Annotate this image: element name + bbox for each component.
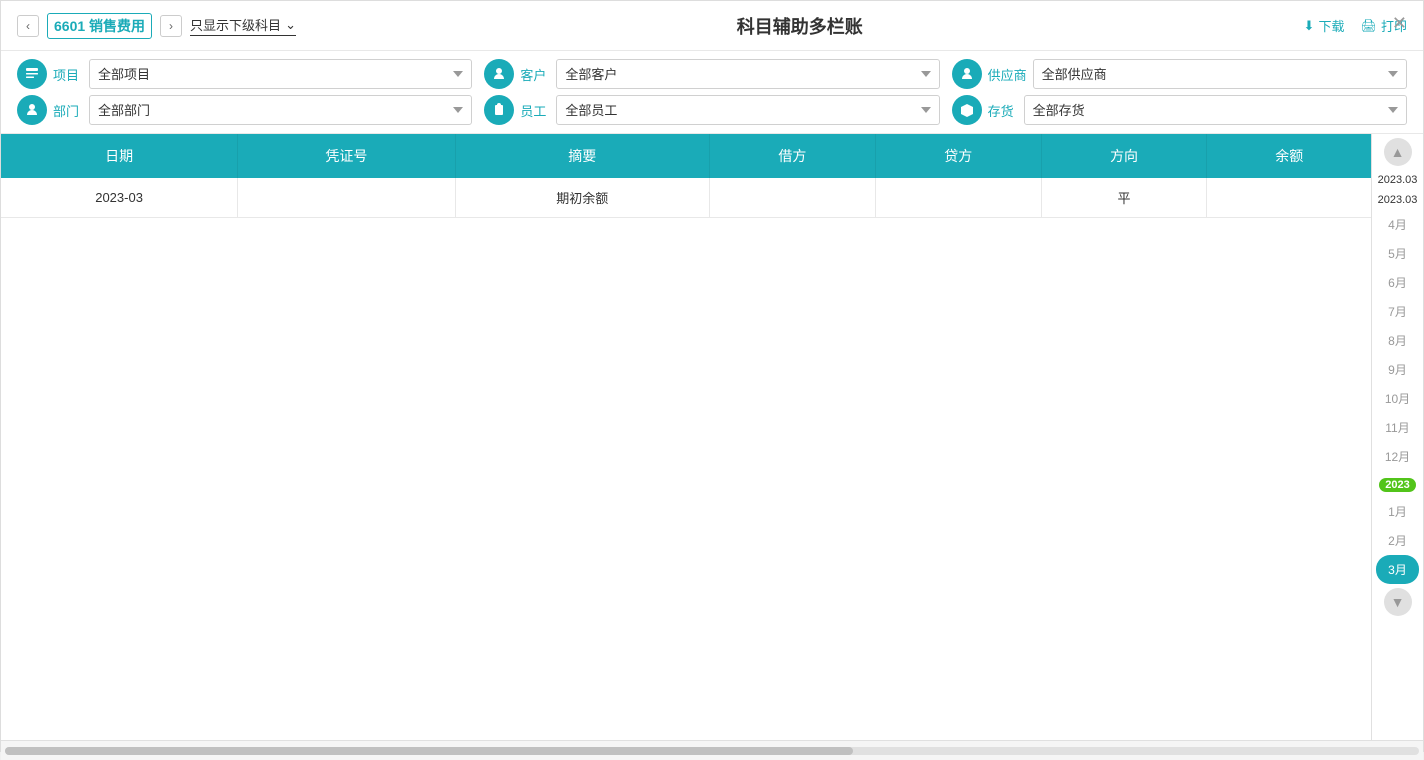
table-header-row: 日期 凭证号 摘要 借方 贷方 方向 余额 <box>1 134 1371 178</box>
col-summary: 摘要 <box>455 134 709 178</box>
timeline-item-5m[interactable]: 5月 <box>1372 239 1423 268</box>
download-icon: ⬇ <box>1304 18 1315 34</box>
show-sub-toggle[interactable]: 只显示下级科目 ⌄ <box>190 15 296 36</box>
account-label: 销售费用 <box>89 18 145 34</box>
stock-icon <box>952 95 982 125</box>
prev-account-btn[interactable]: ‹ <box>17 15 39 37</box>
timeline-item-3m-active[interactable]: 3月 <box>1376 555 1419 584</box>
stock-select[interactable]: 全部存货 <box>1024 95 1407 125</box>
timeline-up-btn[interactable]: ▲ <box>1384 138 1412 166</box>
ledger-table: 日期 凭证号 摘要 借方 贷方 方向 余额 2023-03 期初余额 平 <box>1 134 1371 218</box>
table-body: 2023-03 期初余额 平 <box>1 178 1371 218</box>
timeline-item-8m[interactable]: 8月 <box>1372 326 1423 355</box>
download-label: 下载 <box>1318 16 1344 35</box>
timeline-item-11m[interactable]: 11月 <box>1372 413 1423 442</box>
col-credit: 贷方 <box>875 134 1041 178</box>
project-icon <box>17 59 47 89</box>
filter-stock: 存货 全部存货 <box>952 95 1407 125</box>
scroll-track <box>5 747 1419 755</box>
cell-summary: 期初余额 <box>455 178 709 218</box>
filter-customer: 客户 全部客户 <box>484 59 939 89</box>
col-balance: 余额 <box>1207 134 1371 178</box>
close-btn[interactable]: ✕ <box>1392 13 1407 34</box>
filter-area: 项目 全部项目 客户 全部客户 供应商 全部供 <box>1 51 1423 134</box>
scroll-bar[interactable] <box>1 740 1423 760</box>
col-voucher: 凭证号 <box>238 134 455 178</box>
supplier-select[interactable]: 全部供应商 <box>1033 59 1407 89</box>
account-name: 6601 销售费用 <box>47 13 152 39</box>
timeline-year-badge[interactable]: 2023 <box>1372 471 1423 497</box>
timeline-item-9m[interactable]: 9月 <box>1372 355 1423 384</box>
timeline-item-0[interactable]: 2023.03 <box>1372 170 1423 190</box>
col-direction: 方向 <box>1041 134 1207 178</box>
side-timeline: ▲ 2023.03 2023.03 4月 5月 6月 7月 8月 9月 10月 … <box>1371 134 1423 740</box>
timeline-item-10m[interactable]: 10月 <box>1372 384 1423 413</box>
timeline-item-4m[interactable]: 4月 <box>1372 210 1423 239</box>
filter-employee: 员工 全部员工 <box>484 95 939 125</box>
dept-label: 部门 <box>53 101 83 120</box>
title-bar: ‹ 6601 销售费用 › 只显示下级科目 ⌄ 科目辅助多栏账 ⬇ 下载 🖨 打… <box>1 1 1423 51</box>
cell-balance <box>1207 178 1371 218</box>
main-window: ‹ 6601 销售费用 › 只显示下级科目 ⌄ 科目辅助多栏账 ⬇ 下载 🖨 打… <box>0 0 1424 752</box>
supplier-label: 供应商 <box>988 65 1027 84</box>
customer-label: 客户 <box>520 65 550 84</box>
col-debit: 借方 <box>709 134 875 178</box>
filter-row-1: 项目 全部项目 客户 全部客户 供应商 全部供 <box>17 59 1407 89</box>
employee-label: 员工 <box>520 101 550 120</box>
page-title: 科目辅助多栏账 <box>296 13 1304 39</box>
scroll-thumb <box>5 747 853 755</box>
customer-select[interactable]: 全部客户 <box>556 59 939 89</box>
timeline-item-2m[interactable]: 2月 <box>1372 526 1423 555</box>
project-select[interactable]: 全部项目 <box>89 59 472 89</box>
download-btn[interactable]: ⬇ 下载 <box>1304 16 1345 35</box>
timeline-item-7m[interactable]: 7月 <box>1372 297 1423 326</box>
main-content: 日期 凭证号 摘要 借方 贷方 方向 余额 2023-03 期初余额 平 ▲ 202… <box>1 134 1423 740</box>
timeline-item-1m[interactable]: 1月 <box>1372 497 1423 526</box>
print-icon: 🖨 <box>1360 18 1377 34</box>
table-container: 日期 凭证号 摘要 借方 贷方 方向 余额 2023-03 期初余额 平 <box>1 134 1371 740</box>
account-code: 6601 <box>54 18 85 34</box>
filter-project: 项目 全部项目 <box>17 59 472 89</box>
timeline-item-6m[interactable]: 6月 <box>1372 268 1423 297</box>
timeline-item-1[interactable]: 2023.03 <box>1372 190 1423 210</box>
filter-dept: 部门 全部部门 <box>17 95 472 125</box>
filter-row-2: 部门 全部部门 员工 全部员工 存货 全部存货 <box>17 95 1407 125</box>
supplier-icon <box>952 59 982 89</box>
year-label: 2023 <box>1379 478 1415 492</box>
filter-supplier: 供应商 全部供应商 <box>952 59 1407 89</box>
cell-debit <box>709 178 875 218</box>
col-date: 日期 <box>1 134 238 178</box>
timeline-item-12m[interactable]: 12月 <box>1372 442 1423 471</box>
table-row: 2023-03 期初余额 平 <box>1 178 1371 218</box>
project-label: 项目 <box>53 65 83 84</box>
chevron-down-icon: ⌄ <box>285 17 296 33</box>
stock-label: 存货 <box>988 101 1018 120</box>
employee-select[interactable]: 全部员工 <box>556 95 939 125</box>
next-account-btn[interactable]: › <box>160 15 182 37</box>
cell-voucher <box>238 178 455 218</box>
timeline-down-btn[interactable]: ▼ <box>1384 588 1412 616</box>
cell-date: 2023-03 <box>1 178 238 218</box>
show-sub-label: 只显示下级科目 <box>190 15 281 34</box>
cell-credit <box>875 178 1041 218</box>
dept-icon <box>17 95 47 125</box>
customer-icon <box>484 59 514 89</box>
dept-select[interactable]: 全部部门 <box>89 95 472 125</box>
title-left: ‹ 6601 销售费用 › 只显示下级科目 ⌄ <box>17 13 296 39</box>
cell-direction: 平 <box>1041 178 1207 218</box>
employee-icon <box>484 95 514 125</box>
